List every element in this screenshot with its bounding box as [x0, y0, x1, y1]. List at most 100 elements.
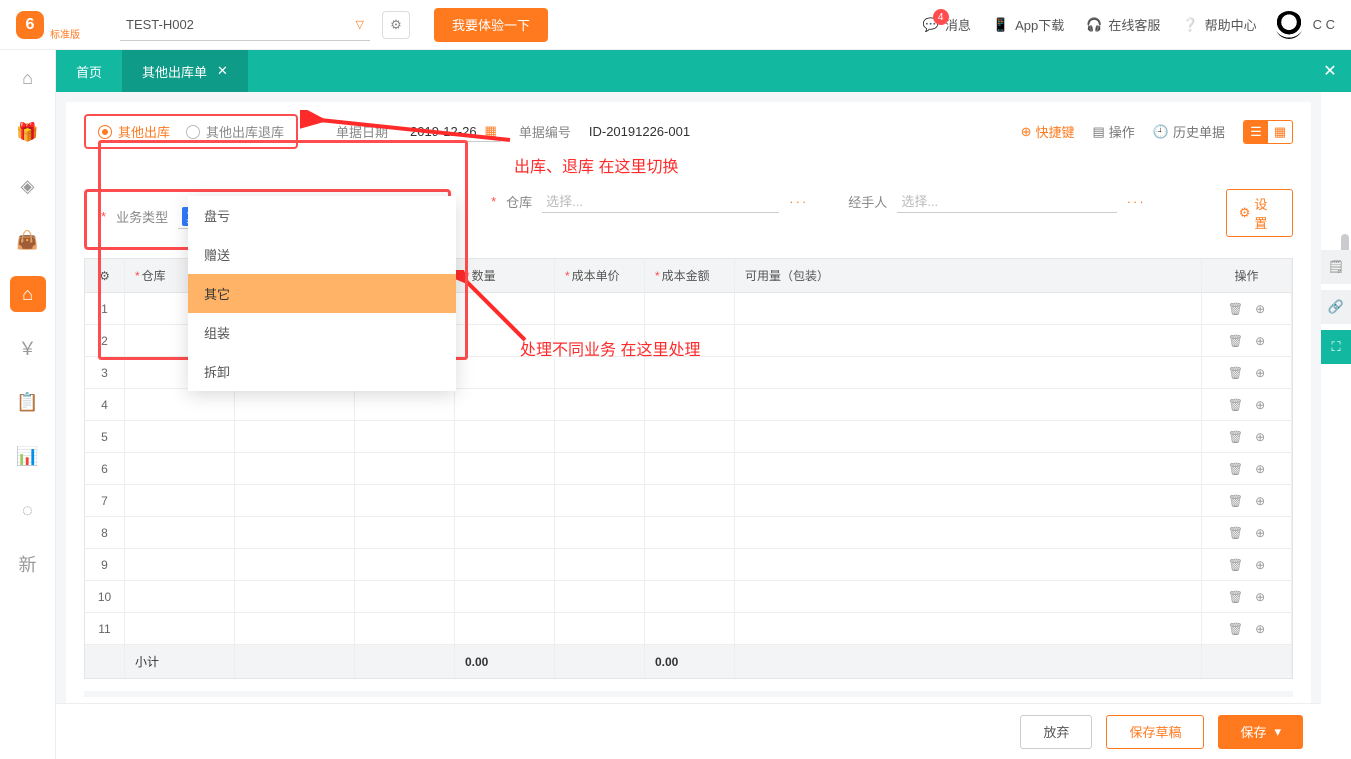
cell-warehouse[interactable] — [125, 581, 235, 612]
nav-warehouse-icon[interactable]: ⌂ — [10, 276, 46, 312]
radio-other-outbound-return[interactable]: 其他出库退库 — [186, 122, 284, 141]
cell-warehouse[interactable] — [125, 453, 235, 484]
cell-price[interactable] — [555, 453, 645, 484]
nav-diamond-icon[interactable]: ◈ — [10, 168, 46, 204]
cell-qty[interactable] — [455, 389, 555, 420]
cell-amount[interactable] — [645, 549, 735, 580]
add-row-icon[interactable]: ⊕ — [1255, 558, 1265, 572]
cell-code[interactable] — [235, 389, 355, 420]
cell-warehouse[interactable] — [125, 517, 235, 548]
cell-amount[interactable] — [645, 613, 735, 644]
add-row-icon[interactable]: ⊕ — [1255, 302, 1265, 316]
cell-qty[interactable] — [455, 517, 555, 548]
delete-row-icon[interactable]: 🗑 — [1228, 334, 1243, 348]
add-row-icon[interactable]: ⊕ — [1255, 398, 1265, 412]
note-tool-icon[interactable]: 🗒 — [1321, 250, 1351, 284]
warehouse-more-icon[interactable]: ··· — [789, 194, 808, 209]
hotkey-button[interactable]: ⊕ 快捷键 — [1021, 122, 1075, 141]
cell-available[interactable] — [735, 357, 1202, 388]
add-row-icon[interactable]: ⊕ — [1255, 494, 1265, 508]
user-name[interactable]: C C — [1313, 17, 1335, 32]
delete-row-icon[interactable]: 🗑 — [1228, 302, 1243, 316]
cell-qty[interactable] — [455, 485, 555, 516]
cell-amount[interactable] — [645, 581, 735, 612]
table-row[interactable]: 9🗑⊕ — [85, 549, 1292, 581]
delete-row-icon[interactable]: 🗑 — [1228, 366, 1243, 380]
cell-available[interactable] — [735, 485, 1202, 516]
cell-code[interactable] — [235, 613, 355, 644]
settings-button[interactable]: ⚙ 设置 — [1226, 189, 1293, 237]
cell-unit[interactable] — [355, 517, 455, 548]
operations-button[interactable]: ▤ 操作 — [1092, 122, 1134, 141]
cell-available[interactable] — [735, 613, 1202, 644]
add-row-icon[interactable]: ⊕ — [1255, 334, 1265, 348]
save-draft-button[interactable]: 保存草稿 — [1106, 715, 1204, 749]
dropdown-item[interactable]: 其它 — [188, 274, 456, 313]
table-row[interactable]: 8🗑⊕ — [85, 517, 1292, 549]
col-config-icon[interactable]: ⚙ — [85, 259, 125, 292]
cell-amount[interactable] — [645, 357, 735, 388]
cell-amount[interactable] — [645, 293, 735, 324]
cell-qty[interactable] — [455, 453, 555, 484]
cell-amount[interactable] — [645, 453, 735, 484]
cell-available[interactable] — [735, 421, 1202, 452]
cell-available[interactable] — [735, 581, 1202, 612]
cell-amount[interactable] — [645, 485, 735, 516]
delete-row-icon[interactable]: 🗑 — [1228, 398, 1243, 412]
cell-price[interactable] — [555, 421, 645, 452]
cell-qty[interactable] — [455, 581, 555, 612]
nav-gift-icon[interactable]: 🎁 — [10, 114, 46, 150]
cell-qty[interactable] — [455, 549, 555, 580]
try-button[interactable]: 我要体验一下 — [434, 8, 548, 42]
cell-available[interactable] — [735, 453, 1202, 484]
view-grid-icon[interactable]: ▦ — [1268, 121, 1292, 143]
cell-amount[interactable] — [645, 517, 735, 548]
dropdown-item[interactable]: 盘亏 — [188, 196, 456, 235]
avatar[interactable] — [1275, 11, 1303, 39]
delete-row-icon[interactable]: 🗑 — [1228, 558, 1243, 572]
dropdown-item[interactable]: 赠送 — [188, 235, 456, 274]
cell-code[interactable] — [235, 485, 355, 516]
warehouse-select[interactable]: 选择... — [542, 189, 779, 213]
tab-other-outbound[interactable]: 其他出库单 ✕ — [122, 50, 248, 92]
cell-unit[interactable] — [355, 421, 455, 452]
cell-available[interactable] — [735, 293, 1202, 324]
handler-select[interactable]: 选择... — [897, 189, 1116, 213]
delete-row-icon[interactable]: 🗑 — [1228, 590, 1243, 604]
delete-row-icon[interactable]: 🗑 — [1228, 494, 1243, 508]
table-row[interactable]: 7🗑⊕ — [85, 485, 1292, 517]
cell-qty[interactable] — [455, 421, 555, 452]
add-row-icon[interactable]: ⊕ — [1255, 590, 1265, 604]
view-list-icon[interactable]: ☰ — [1244, 121, 1268, 143]
cell-qty[interactable] — [455, 613, 555, 644]
org-select[interactable]: TEST-H002 ▽ — [120, 9, 370, 41]
tab-home[interactable]: 首页 — [56, 50, 122, 92]
table-row[interactable]: 10🗑⊕ — [85, 581, 1292, 613]
cell-available[interactable] — [735, 517, 1202, 548]
nav-money-icon[interactable]: ￥ — [10, 330, 46, 366]
cell-warehouse[interactable] — [125, 613, 235, 644]
dropdown-item[interactable]: 拆卸 — [188, 352, 456, 391]
cell-unit[interactable] — [355, 453, 455, 484]
nav-home-icon[interactable]: ⌂ — [10, 60, 46, 96]
cell-code[interactable] — [235, 421, 355, 452]
cell-price[interactable] — [555, 389, 645, 420]
cell-qty[interactable] — [455, 293, 555, 324]
dropdown-item[interactable]: 组装 — [188, 313, 456, 352]
nav-clipboard-icon[interactable]: 📋 — [10, 384, 46, 420]
nav-new-icon[interactable]: 新 — [10, 546, 46, 582]
cell-code[interactable] — [235, 581, 355, 612]
table-row[interactable]: 4🗑⊕ — [85, 389, 1292, 421]
cell-unit[interactable] — [355, 581, 455, 612]
org-settings-button[interactable]: ⚙ — [382, 11, 410, 39]
app-download-link[interactable]: 📱 App下载 — [993, 15, 1064, 34]
cell-price[interactable] — [555, 293, 645, 324]
cell-price[interactable] — [555, 549, 645, 580]
cell-unit[interactable] — [355, 389, 455, 420]
delete-row-icon[interactable]: 🗑 — [1228, 622, 1243, 636]
cell-code[interactable] — [235, 453, 355, 484]
cell-code[interactable] — [235, 549, 355, 580]
cell-amount[interactable] — [645, 389, 735, 420]
doc-date-field[interactable]: 2019-12-26 ▦ — [406, 121, 501, 142]
cell-available[interactable] — [735, 325, 1202, 356]
